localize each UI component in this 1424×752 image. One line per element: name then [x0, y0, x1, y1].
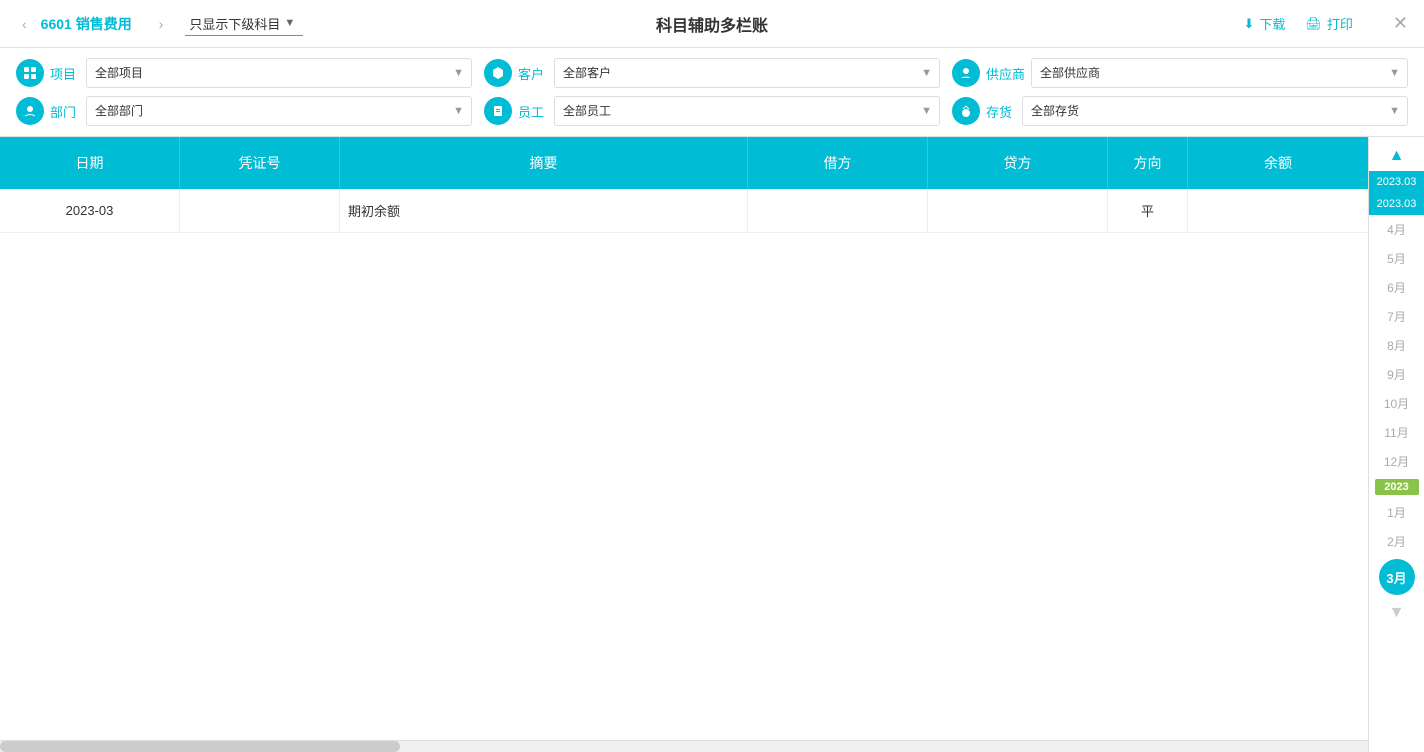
th-summary: 摘要 — [340, 137, 748, 189]
supplier-select[interactable]: 全部供应商 — [1031, 58, 1408, 88]
customer-label: 客户 — [518, 64, 548, 83]
employee-select-wrapper: 全部员工 ▼ — [554, 96, 940, 126]
month-nav-up-arrow[interactable]: ▲ — [1369, 141, 1424, 171]
th-date: 日期 — [0, 137, 180, 189]
account-code-label: 6601 销售费用 — [33, 14, 153, 34]
department-select-wrapper: 全部部门 ▼ — [86, 96, 472, 126]
td-voucher — [180, 189, 340, 232]
filter-item-project: 项目 全部项目 ▼ — [16, 58, 472, 88]
employee-select[interactable]: 全部员工 — [554, 96, 940, 126]
project-select[interactable]: 全部项目 — [86, 58, 472, 88]
month-item-7[interactable]: 7月 — [1369, 302, 1424, 331]
filter-item-customer: 客户 全部客户 ▼ — [484, 58, 940, 88]
department-icon — [16, 97, 44, 125]
print-icon: 🖨 — [1305, 16, 1322, 32]
month-item-5[interactable]: 5月 — [1369, 244, 1424, 273]
filter-item-inventory: 存货 全部存货 ▼ — [952, 96, 1408, 126]
print-button[interactable]: 🖨 打印 — [1305, 14, 1353, 33]
supplier-label: 供应商 — [986, 64, 1025, 83]
table-row: 2023-03 期初余额 平 — [0, 189, 1368, 233]
show-sub-chevron: ▼ — [284, 17, 295, 29]
td-summary: 期初余额 — [340, 189, 748, 232]
td-credit — [928, 189, 1108, 232]
td-debit — [748, 189, 928, 232]
title-bar: ‹ 6601 销售费用 › 只显示下级科目 ▼ 科目辅助多栏账 ⬇ 下载 🖨 打… — [0, 0, 1424, 48]
customer-select-wrapper: 全部客户 ▼ — [554, 58, 940, 88]
page-title: 科目辅助多栏账 — [656, 12, 768, 36]
filter-row-1: 项目 全部项目 ▼ 客户 全部客户 — [16, 58, 1408, 88]
department-label: 部门 — [50, 102, 80, 121]
th-direction: 方向 — [1108, 137, 1188, 189]
prev-account-arrow[interactable]: ‹ — [16, 12, 33, 36]
title-actions: ⬇ 下载 🖨 打印 ✕ — [1243, 13, 1408, 34]
supplier-icon — [952, 59, 980, 87]
filter-row-2: 部门 全部部门 ▼ 员工 — [16, 96, 1408, 126]
show-sub-button[interactable]: 只显示下级科目 ▼ — [185, 12, 303, 36]
month-item-2023-03-second[interactable]: 2023.03 — [1369, 193, 1424, 215]
filter-item-department: 部门 全部部门 ▼ — [16, 96, 472, 126]
inventory-label: 存货 — [986, 102, 1016, 121]
show-sub-label: 只显示下级科目 — [189, 14, 280, 33]
inventory-select[interactable]: 全部存货 — [1022, 96, 1408, 126]
month-item-3-active[interactable]: 3月 — [1379, 559, 1415, 595]
main-window: ‹ 6601 销售费用 › 只显示下级科目 ▼ 科目辅助多栏账 ⬇ 下载 🖨 打… — [0, 0, 1424, 752]
next-account-arrow[interactable]: › — [153, 12, 170, 36]
month-navigator: ▲ 2023.03 2023.03 4月 5月 6月 7月 8月 9月 10月 … — [1368, 137, 1424, 752]
filter-item-supplier: 供应商 全部供应商 ▼ — [952, 58, 1408, 88]
employee-icon — [484, 97, 512, 125]
year-badge-2023: 2023 — [1375, 479, 1419, 495]
employee-label: 员工 — [518, 102, 548, 121]
th-debit: 借方 — [748, 137, 928, 189]
horizontal-scrollbar[interactable] — [0, 740, 1368, 752]
download-label: 下载 — [1259, 14, 1285, 33]
inventory-icon — [952, 97, 980, 125]
month-item-2023-03-first[interactable]: 2023.03 — [1369, 171, 1424, 193]
main-content: 日期 凭证号 摘要 借方 贷方 方向 余额 2023-03 期初余额 平 — [0, 137, 1424, 752]
month-item-12[interactable]: 12月 — [1369, 447, 1424, 476]
table-area: 日期 凭证号 摘要 借方 贷方 方向 余额 2023-03 期初余额 平 — [0, 137, 1368, 752]
month-item-6[interactable]: 6月 — [1369, 273, 1424, 302]
th-credit: 贷方 — [928, 137, 1108, 189]
month-item-11[interactable]: 11月 — [1369, 418, 1424, 447]
filter-bar: 项目 全部项目 ▼ 客户 全部客户 — [0, 48, 1424, 137]
inventory-select-wrapper: 全部存货 ▼ — [1022, 96, 1408, 126]
supplier-select-wrapper: 全部供应商 ▼ — [1031, 58, 1408, 88]
department-select[interactable]: 全部部门 — [86, 96, 472, 126]
project-icon — [16, 59, 44, 87]
th-balance: 余额 — [1188, 137, 1368, 189]
project-label: 项目 — [50, 64, 80, 83]
month-item-2[interactable]: 2月 — [1369, 527, 1424, 556]
td-balance — [1188, 189, 1368, 232]
td-date: 2023-03 — [0, 189, 180, 232]
customer-select[interactable]: 全部客户 — [554, 58, 940, 88]
month-item-8[interactable]: 8月 — [1369, 331, 1424, 360]
project-select-wrapper: 全部项目 ▼ — [86, 58, 472, 88]
month-item-9[interactable]: 9月 — [1369, 360, 1424, 389]
td-direction: 平 — [1108, 189, 1188, 232]
table-body: 2023-03 期初余额 平 — [0, 189, 1368, 740]
customer-icon — [484, 59, 512, 87]
month-item-1[interactable]: 1月 — [1369, 498, 1424, 527]
th-voucher: 凭证号 — [180, 137, 340, 189]
month-item-4[interactable]: 4月 — [1369, 215, 1424, 244]
download-icon: ⬇ — [1243, 16, 1254, 32]
month-item-10[interactable]: 10月 — [1369, 389, 1424, 418]
month-nav-down-arrow[interactable]: ▼ — [1369, 598, 1424, 628]
print-label: 打印 — [1327, 14, 1353, 33]
table-header: 日期 凭证号 摘要 借方 贷方 方向 余额 — [0, 137, 1368, 189]
download-button[interactable]: ⬇ 下载 — [1243, 14, 1285, 33]
filter-item-employee: 员工 全部员工 ▼ — [484, 96, 940, 126]
close-button[interactable]: ✕ — [1393, 13, 1408, 34]
scrollbar-thumb[interactable] — [0, 741, 400, 752]
